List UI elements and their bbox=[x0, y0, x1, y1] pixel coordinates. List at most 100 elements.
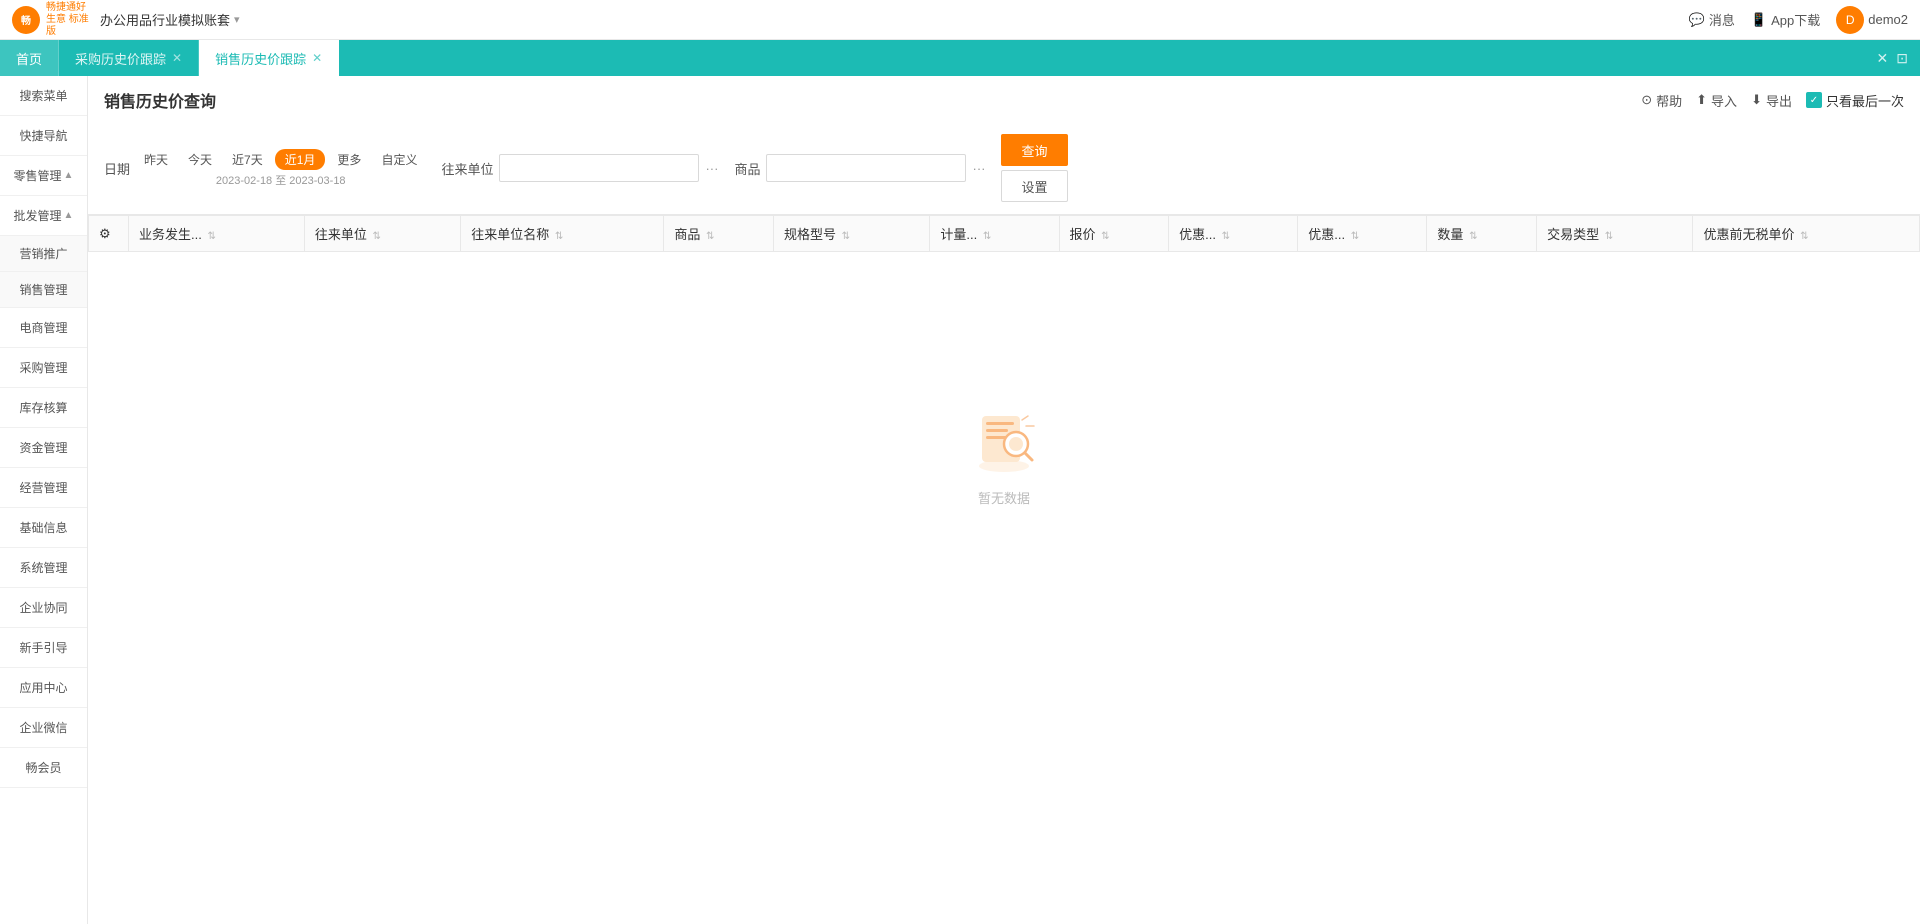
tab-purchase[interactable]: 采购历史价跟踪 ✕ bbox=[59, 40, 199, 76]
message-action[interactable]: 💬 消息 bbox=[1689, 10, 1735, 29]
product-search-icon[interactable]: ··· bbox=[972, 161, 985, 176]
th-qty[interactable]: 数量 ⇅ bbox=[1427, 216, 1537, 252]
counterparty-input[interactable] bbox=[499, 154, 699, 182]
th-spec[interactable]: 规格型号 ⇅ bbox=[774, 216, 930, 252]
th-settings[interactable]: ⚙ bbox=[89, 216, 129, 252]
th-discount2-label: 优惠... bbox=[1308, 227, 1345, 242]
sidebar-app-center-label: 应用中心 bbox=[19, 679, 67, 696]
sidebar-item-purchase[interactable]: 采购管理 bbox=[0, 348, 87, 388]
sidebar-item-search[interactable]: 搜索菜单 bbox=[0, 76, 87, 116]
date-btn-yesterday[interactable]: 昨天 bbox=[136, 149, 176, 170]
sidebar-guide-label: 新手引导 bbox=[19, 639, 67, 656]
logo: 畅 畅捷通好生意 标准版 bbox=[12, 2, 92, 38]
help-action[interactable]: ⊙ 帮助 bbox=[1641, 91, 1682, 110]
sidebar-item-member[interactable]: 畅会员 bbox=[0, 748, 87, 788]
page-actions: ⊙ 帮助 ⬆ 导入 ⬇ 导出 ✓ 只看最后一次 bbox=[1641, 91, 1904, 110]
date-btn-week[interactable]: 近7天 bbox=[224, 149, 271, 170]
th-counterparty-name[interactable]: 往来单位名称 ⇅ bbox=[461, 216, 664, 252]
import-action[interactable]: ⬆ 导入 bbox=[1696, 91, 1737, 110]
table-header: ⚙ 业务发生... ⇅ 往来单位 ⇅ 往来单位名称 ⇅ bbox=[89, 216, 1920, 252]
sidebar-basic-label: 基础信息 bbox=[19, 519, 67, 536]
th-unit[interactable]: 计量... ⇅ bbox=[930, 216, 1059, 252]
th-trade-type-label: 交易类型 bbox=[1547, 227, 1599, 242]
sidebar-marketing-label: 营销推广 bbox=[19, 245, 67, 262]
app-icon: 📱 bbox=[1751, 12, 1767, 28]
sidebar-item-inventory[interactable]: 库存核算 bbox=[0, 388, 87, 428]
message-icon: 💬 bbox=[1689, 12, 1705, 28]
sidebar-item-marketing[interactable]: 营销推广 bbox=[0, 236, 87, 272]
sort-icon-pre-tax-price: ⇅ bbox=[1800, 231, 1808, 242]
sidebar-ecommerce-label: 电商管理 bbox=[19, 319, 67, 336]
avatar: D bbox=[1836, 6, 1864, 34]
wholesale-arrow-icon: ▲ bbox=[64, 210, 74, 221]
date-btn-today[interactable]: 今天 bbox=[180, 149, 220, 170]
tab-home-label: 首页 bbox=[16, 49, 42, 68]
th-price-label: 报价 bbox=[1070, 227, 1096, 242]
counterparty-search-icon[interactable]: ··· bbox=[705, 161, 718, 176]
sort-icon-counterparty-name: ⇅ bbox=[555, 231, 563, 242]
th-product[interactable]: 商品 ⇅ bbox=[664, 216, 774, 252]
sidebar-retail-label: 零售管理 bbox=[14, 167, 62, 184]
sidebar-item-enterprise[interactable]: 企业协同 bbox=[0, 588, 87, 628]
user-menu[interactable]: D demo2 bbox=[1836, 6, 1908, 34]
sort-icon-discount1: ⇅ bbox=[1222, 231, 1230, 242]
window-close-icon[interactable]: ✕ bbox=[1877, 50, 1889, 67]
tab-purchase-close-icon[interactable]: ✕ bbox=[172, 52, 182, 64]
query-button[interactable]: 查询 bbox=[1001, 134, 1067, 166]
th-discount1-label: 优惠... bbox=[1179, 227, 1216, 242]
th-biz-date[interactable]: 业务发生... ⇅ bbox=[129, 216, 305, 252]
empty-state-cell: 暂无数据 bbox=[89, 252, 1920, 652]
date-btn-custom[interactable]: 自定义 bbox=[373, 149, 425, 170]
app-title-text: 办公用品行业模拟账套 bbox=[100, 10, 230, 29]
empty-state-icon bbox=[964, 396, 1044, 476]
sidebar-item-ecommerce[interactable]: 电商管理 bbox=[0, 308, 87, 348]
sidebar-item-wechat[interactable]: 企业微信 bbox=[0, 708, 87, 748]
username: demo2 bbox=[1868, 12, 1908, 27]
app-download-action[interactable]: 📱 App下载 bbox=[1751, 10, 1820, 29]
th-product-label: 商品 bbox=[674, 227, 700, 242]
sidebar-item-basic[interactable]: 基础信息 bbox=[0, 508, 87, 548]
sidebar-item-wholesale[interactable]: 批发管理 ▲ bbox=[0, 196, 87, 236]
th-counterparty-name-label: 往来单位名称 bbox=[471, 227, 549, 242]
content-area: 销售历史价查询 ⊙ 帮助 ⬆ 导入 ⬇ 导出 ✓ bbox=[88, 76, 1920, 924]
export-action[interactable]: ⬇ 导出 bbox=[1751, 91, 1792, 110]
last-only-checkbox[interactable]: ✓ 只看最后一次 bbox=[1806, 91, 1904, 110]
th-pre-tax-price[interactable]: 优惠前无税单价 ⇅ bbox=[1693, 216, 1920, 252]
sidebar-item-sales-mgmt[interactable]: 销售管理 bbox=[0, 272, 87, 308]
tab-sales[interactable]: 销售历史价跟踪 ✕ bbox=[199, 40, 339, 76]
th-trade-type[interactable]: 交易类型 ⇅ bbox=[1537, 216, 1693, 252]
th-discount1[interactable]: 优惠... ⇅ bbox=[1169, 216, 1298, 252]
product-input[interactable] bbox=[766, 154, 966, 182]
settings-button[interactable]: 设置 bbox=[1001, 170, 1067, 202]
th-counterparty-label: 往来单位 bbox=[315, 227, 367, 242]
sidebar-item-operation[interactable]: 经营管理 bbox=[0, 468, 87, 508]
th-counterparty[interactable]: 往来单位 ⇅ bbox=[304, 216, 460, 252]
date-options: 昨天 今天 近7天 近1月 更多 自定义 2023-02-18 至 2023-0… bbox=[136, 149, 425, 188]
filter-row: 日期 昨天 今天 近7天 近1月 更多 自定义 2023-02-18 至 202… bbox=[104, 124, 1904, 214]
sidebar-inventory-label: 库存核算 bbox=[19, 399, 67, 416]
import-label: 导入 bbox=[1711, 91, 1737, 110]
tab-sales-close-icon[interactable]: ✕ bbox=[312, 52, 322, 64]
tab-home[interactable]: 首页 bbox=[0, 40, 59, 76]
sidebar-item-finance[interactable]: 资金管理 bbox=[0, 428, 87, 468]
sort-icon-price: ⇅ bbox=[1101, 231, 1109, 242]
date-btn-month[interactable]: 近1月 bbox=[275, 149, 326, 170]
window-maximize-icon[interactable]: ⊡ bbox=[1896, 50, 1908, 67]
data-table: ⚙ 业务发生... ⇅ 往来单位 ⇅ 往来单位名称 ⇅ bbox=[88, 215, 1920, 652]
date-btn-more[interactable]: 更多 bbox=[329, 149, 369, 170]
sidebar-item-app-center[interactable]: 应用中心 bbox=[0, 668, 87, 708]
th-price[interactable]: 报价 ⇅ bbox=[1059, 216, 1169, 252]
sidebar-item-system[interactable]: 系统管理 bbox=[0, 548, 87, 588]
date-buttons: 昨天 今天 近7天 近1月 更多 自定义 bbox=[136, 149, 425, 170]
app-title[interactable]: 办公用品行业模拟账套 ▾ bbox=[100, 10, 1681, 29]
logo-icon: 畅 bbox=[12, 6, 40, 34]
sidebar-purchase-label: 采购管理 bbox=[19, 359, 67, 376]
sidebar-operation-label: 经营管理 bbox=[19, 479, 67, 496]
th-biz-date-label: 业务发生... bbox=[139, 227, 202, 242]
sort-icon-counterparty: ⇅ bbox=[372, 231, 380, 242]
sidebar-item-retail[interactable]: 零售管理 ▲ bbox=[0, 156, 87, 196]
sidebar-item-quick-nav[interactable]: 快捷导航 bbox=[0, 116, 87, 156]
th-discount2[interactable]: 优惠... ⇅ bbox=[1298, 216, 1427, 252]
help-icon: ⊙ bbox=[1641, 92, 1652, 108]
sidebar-item-guide[interactable]: 新手引导 bbox=[0, 628, 87, 668]
